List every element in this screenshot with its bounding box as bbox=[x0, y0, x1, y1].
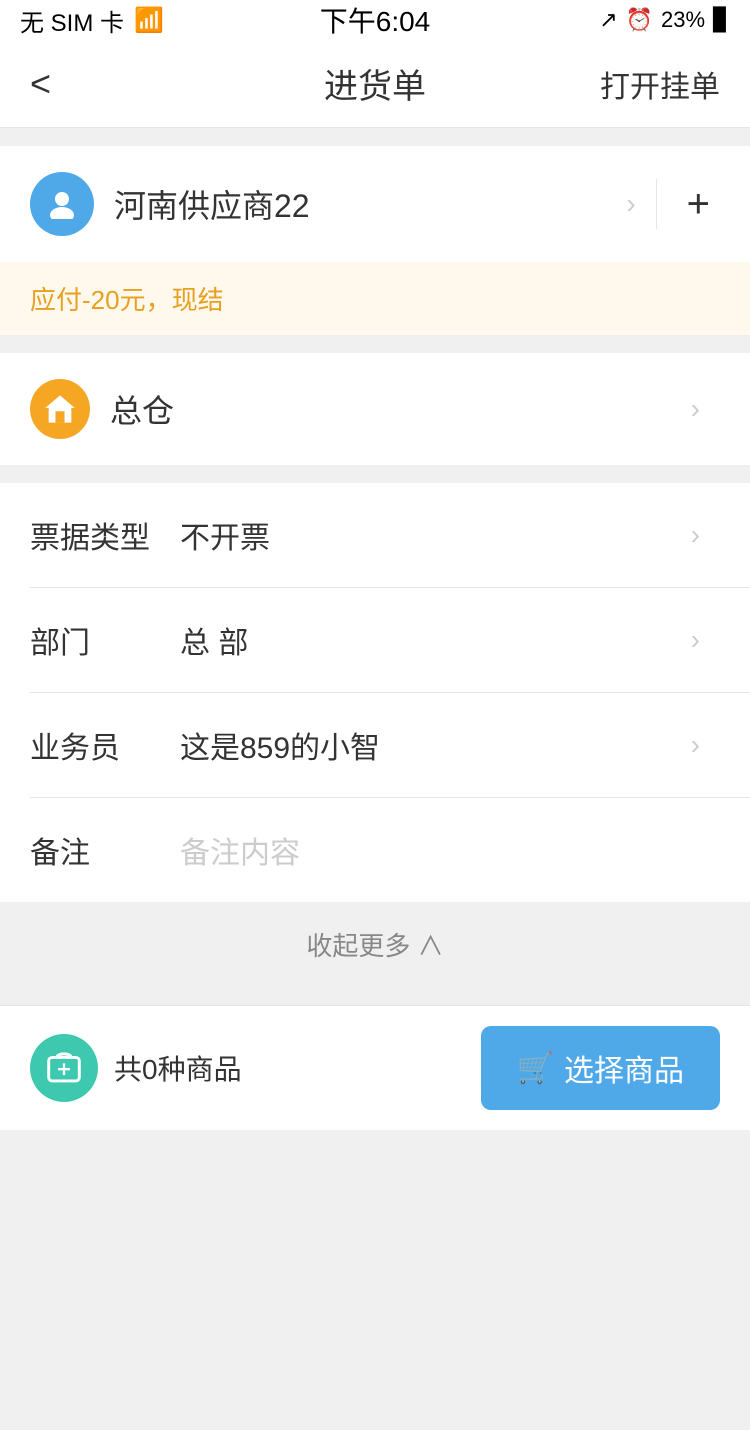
add-button[interactable]: + bbox=[677, 182, 720, 227]
bottom-bar: 共0种商品 🛒 选择商品 bbox=[0, 1005, 750, 1130]
person-icon bbox=[47, 189, 77, 219]
invoice-type-label: 票据类型 bbox=[30, 513, 150, 557]
nav-bar: < 进货单 打开挂单 bbox=[0, 40, 750, 128]
salesperson-row[interactable]: 业务员 这是859的小智 › bbox=[0, 693, 750, 797]
remark-row[interactable]: 备注 备注内容 bbox=[0, 798, 750, 902]
supplier-name: 河南供应商22 bbox=[114, 181, 626, 227]
supplier-row[interactable]: 河南供应商22 › + bbox=[0, 146, 750, 262]
section-divider-1 bbox=[0, 128, 750, 146]
supplier-divider bbox=[656, 179, 657, 229]
section-divider-2 bbox=[0, 335, 750, 353]
goods-count-area: 共0种商品 bbox=[30, 1034, 242, 1102]
collapse-label: 收起更多 ∧ bbox=[306, 926, 443, 963]
select-goods-label: 选择商品 bbox=[564, 1046, 684, 1090]
page-title: 进货单 bbox=[324, 59, 426, 108]
home-icon bbox=[43, 392, 77, 426]
warehouse-chevron-icon: › bbox=[691, 393, 700, 425]
warehouse-section: 总仓 › bbox=[0, 353, 750, 465]
wifi-icon: 📶 bbox=[134, 6, 164, 35]
supplier-section: 河南供应商22 › + 应付-20元，现结 bbox=[0, 146, 750, 335]
department-label: 部门 bbox=[30, 618, 150, 662]
warehouse-row[interactable]: 总仓 › bbox=[0, 353, 750, 465]
status-time: 下午6:04 bbox=[320, 0, 431, 40]
cart-icon bbox=[44, 1048, 84, 1088]
salesperson-chevron-icon: › bbox=[691, 729, 700, 761]
battery-icon: ▊ bbox=[713, 7, 730, 33]
invoice-type-value: 不开票 bbox=[150, 513, 691, 557]
alarm-icon: ⏰ bbox=[626, 7, 653, 33]
location-icon: ↗ bbox=[599, 7, 617, 33]
salesperson-label: 业务员 bbox=[30, 723, 150, 767]
remark-label: 备注 bbox=[30, 828, 150, 872]
status-bar: 无 SIM 卡 📶 下午6:04 ↗ ⏰ 23% ▊ bbox=[0, 0, 750, 40]
remark-placeholder[interactable]: 备注内容 bbox=[150, 828, 720, 872]
select-goods-button[interactable]: 🛒 选择商品 bbox=[481, 1026, 720, 1110]
section-divider-3 bbox=[0, 465, 750, 483]
warehouse-name: 总仓 bbox=[110, 386, 691, 432]
carrier-label: 无 SIM 卡 bbox=[20, 3, 124, 38]
open-pending-button[interactable]: 打开挂单 bbox=[600, 62, 720, 106]
department-chevron-icon: › bbox=[691, 624, 700, 656]
salesperson-value: 这是859的小智 bbox=[150, 723, 691, 767]
goods-icon bbox=[30, 1034, 98, 1102]
notice-banner: 应付-20元，现结 bbox=[0, 262, 750, 335]
supplier-chevron-icon: › bbox=[626, 188, 635, 220]
notice-text: 应付-20元，现结 bbox=[30, 285, 224, 315]
supplier-avatar bbox=[30, 172, 94, 236]
status-left: 无 SIM 卡 📶 bbox=[20, 3, 164, 38]
status-right: ↗ ⏰ 23% ▊ bbox=[599, 7, 730, 33]
form-section: 票据类型 不开票 › 部门 总 部 › 业务员 这是859的小智 › 备注 备注… bbox=[0, 483, 750, 902]
content-area bbox=[0, 1130, 750, 1430]
department-row[interactable]: 部门 总 部 › bbox=[0, 588, 750, 692]
invoice-chevron-icon: › bbox=[691, 519, 700, 551]
warehouse-icon bbox=[30, 379, 90, 439]
department-value: 总 部 bbox=[150, 618, 691, 662]
goods-count-text: 共0种商品 bbox=[114, 1048, 242, 1088]
battery-label: 23% bbox=[661, 7, 705, 33]
collapse-row[interactable]: 收起更多 ∧ bbox=[0, 902, 750, 987]
invoice-type-row[interactable]: 票据类型 不开票 › bbox=[0, 483, 750, 587]
back-button[interactable]: < bbox=[30, 63, 51, 105]
select-goods-icon: 🛒 bbox=[517, 1051, 554, 1086]
section-divider-4 bbox=[0, 987, 750, 1005]
